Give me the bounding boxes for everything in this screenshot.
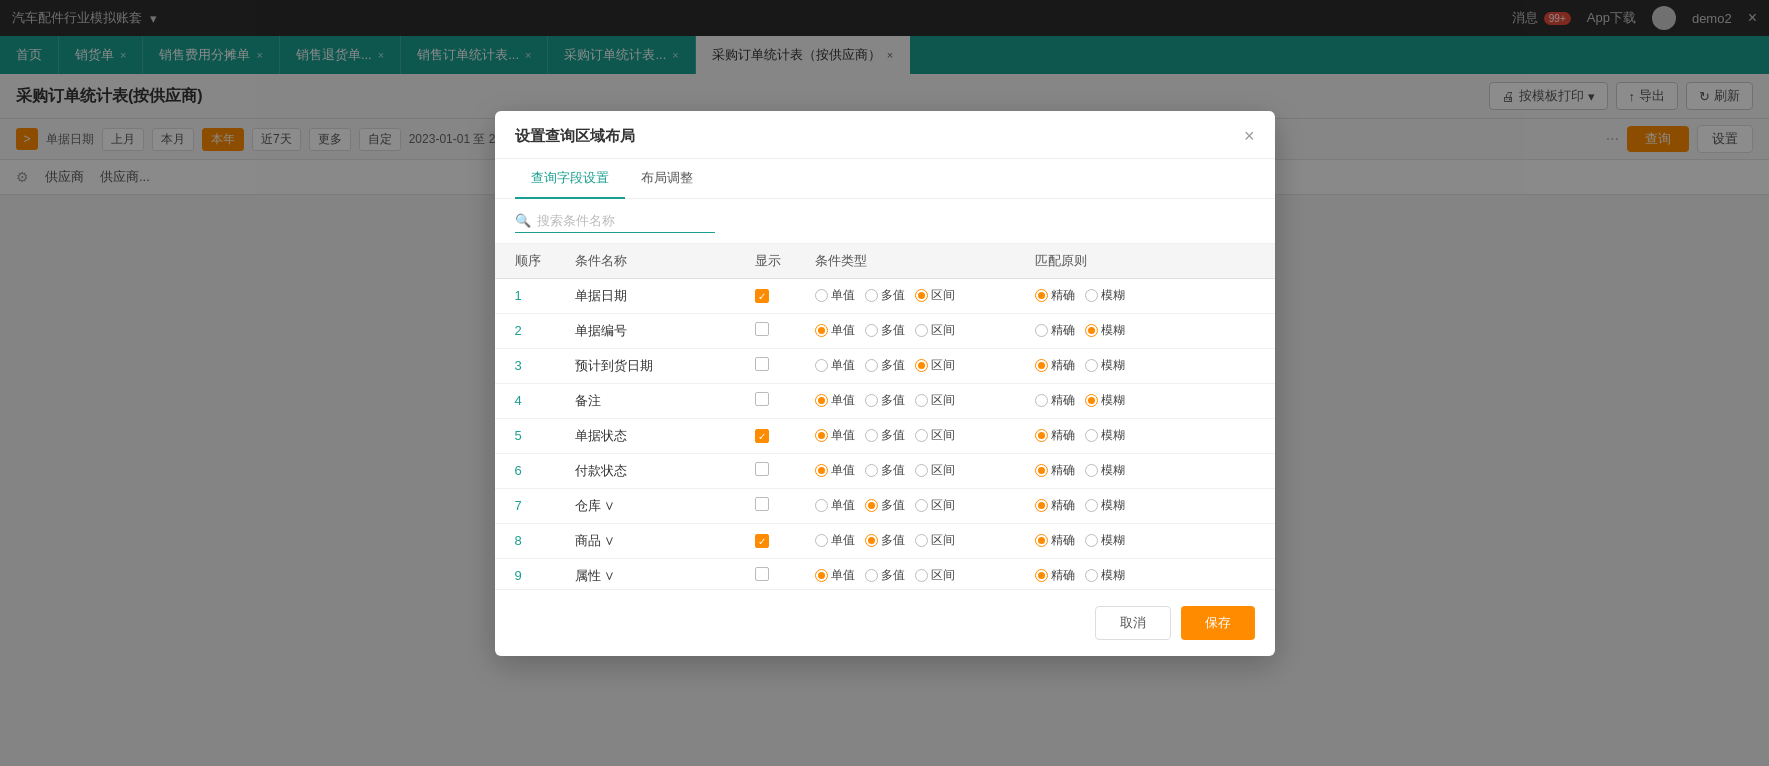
modal-backdrop: 设置查询区域布局 × 查询字段设置 布局调整 🔍 顺序 条件名称 [0,0,1769,195]
modal-tab-layout-label: 布局调整 [641,170,693,185]
modal-tabs: 查询字段设置 布局调整 [495,159,1275,196]
modal-title: 设置查询区域布局 [515,127,635,146]
modal-dialog: 设置查询区域布局 × 查询字段设置 布局调整 🔍 顺序 条件名称 [495,111,1275,196]
modal-tab-layout[interactable]: 布局调整 [625,159,709,196]
modal-header: 设置查询区域布局 × [495,111,1275,159]
modal-tab-query-fields[interactable]: 查询字段设置 [515,159,625,196]
modal-close-btn[interactable]: × [1244,127,1255,145]
modal-tab-query-fields-label: 查询字段设置 [531,170,609,185]
